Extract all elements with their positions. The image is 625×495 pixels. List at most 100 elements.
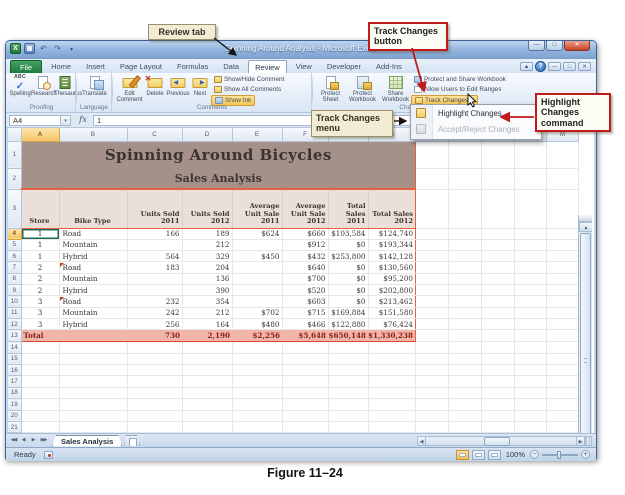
cell[interactable] bbox=[59, 398, 128, 411]
cell[interactable] bbox=[368, 353, 417, 365]
tab-data[interactable]: Data bbox=[217, 60, 245, 73]
table-header-cell[interactable]: Total Sales 2012 bbox=[368, 189, 417, 229]
tab-page-layout[interactable]: Page Layout bbox=[114, 60, 168, 73]
cell[interactable] bbox=[448, 141, 483, 169]
tab-file[interactable]: File bbox=[10, 60, 43, 73]
cell[interactable] bbox=[481, 341, 516, 354]
cell[interactable] bbox=[481, 168, 516, 190]
delete-comment-button[interactable]: Delete bbox=[145, 75, 165, 105]
cell[interactable] bbox=[514, 410, 548, 422]
cell[interactable] bbox=[415, 273, 450, 285]
cell[interactable] bbox=[448, 250, 483, 263]
vertical-split-box[interactable] bbox=[579, 215, 592, 222]
edit-comment-button[interactable]: Edit Comment bbox=[116, 75, 143, 105]
cell[interactable] bbox=[182, 398, 233, 411]
cell[interactable] bbox=[448, 228, 483, 240]
cell[interactable]: 3 bbox=[20, 295, 60, 308]
cell[interactable] bbox=[481, 239, 516, 252]
cell[interactable]: $603 bbox=[282, 295, 329, 308]
cell[interactable] bbox=[514, 261, 548, 274]
cell[interactable] bbox=[415, 250, 450, 263]
cell[interactable] bbox=[127, 341, 183, 354]
cell[interactable]: 1 bbox=[20, 228, 60, 240]
row-header-16[interactable]: 16 bbox=[8, 364, 22, 377]
table-header-cell[interactable]: Bike Type bbox=[59, 189, 128, 229]
scroll-left-icon[interactable]: ◀ bbox=[417, 435, 426, 446]
cell[interactable]: 189 bbox=[182, 228, 233, 240]
cell[interactable] bbox=[232, 387, 283, 400]
row-header-11[interactable]: 11 bbox=[8, 307, 22, 319]
cell[interactable] bbox=[448, 307, 483, 319]
zoom-out-icon[interactable]: − bbox=[530, 450, 539, 459]
cell[interactable]: 212 bbox=[182, 239, 233, 252]
cell[interactable] bbox=[514, 284, 548, 297]
total-value-cell[interactable]: $1,330,238 bbox=[368, 329, 417, 343]
cell[interactable] bbox=[182, 410, 233, 422]
cell[interactable]: $912 bbox=[282, 239, 329, 252]
cell[interactable] bbox=[546, 239, 580, 252]
cell[interactable] bbox=[514, 341, 548, 354]
cell[interactable]: $715 bbox=[282, 307, 329, 319]
zoom-slider[interactable] bbox=[542, 450, 578, 459]
cell[interactable] bbox=[546, 398, 580, 411]
cell[interactable] bbox=[546, 329, 580, 343]
cell[interactable] bbox=[328, 387, 369, 400]
cell[interactable] bbox=[448, 421, 483, 433]
cell[interactable] bbox=[481, 273, 516, 285]
cell[interactable] bbox=[448, 329, 483, 343]
cell[interactable] bbox=[481, 141, 516, 169]
help-icon[interactable]: ? bbox=[535, 61, 546, 72]
sheet-subtitle-cell[interactable]: Sales Analysis bbox=[20, 168, 417, 190]
name-box[interactable]: A4 bbox=[9, 114, 61, 126]
cell[interactable] bbox=[59, 341, 128, 354]
cell[interactable] bbox=[546, 284, 580, 297]
cell[interactable]: $624 bbox=[232, 228, 283, 240]
cell[interactable] bbox=[182, 387, 233, 400]
cell[interactable] bbox=[182, 364, 233, 377]
cell[interactable] bbox=[127, 284, 183, 297]
cell[interactable] bbox=[127, 364, 183, 377]
cell[interactable] bbox=[546, 168, 580, 190]
cell[interactable] bbox=[59, 421, 128, 433]
cell[interactable]: 164 bbox=[182, 318, 233, 331]
cell[interactable]: 183 bbox=[127, 261, 183, 274]
cell[interactable] bbox=[21, 398, 60, 411]
cell[interactable] bbox=[368, 398, 417, 411]
cell[interactable] bbox=[546, 250, 580, 263]
cell[interactable] bbox=[415, 375, 450, 388]
cell[interactable]: $640 bbox=[282, 261, 329, 274]
cell[interactable] bbox=[514, 353, 548, 365]
cell[interactable] bbox=[481, 375, 516, 388]
cell[interactable] bbox=[481, 398, 516, 411]
cell[interactable] bbox=[415, 318, 450, 331]
cell[interactable] bbox=[514, 307, 548, 319]
minimize-button[interactable]: — bbox=[528, 41, 545, 51]
cell[interactable] bbox=[282, 387, 329, 400]
minimize-ribbon-icon[interactable]: ▲ bbox=[520, 62, 533, 71]
cell[interactable]: $0 bbox=[328, 295, 369, 308]
cell[interactable] bbox=[415, 228, 450, 240]
row-header-20[interactable]: 20 bbox=[8, 410, 22, 422]
cell[interactable] bbox=[546, 141, 580, 169]
insert-worksheet-tab[interactable] bbox=[124, 435, 141, 446]
cell[interactable] bbox=[328, 421, 369, 433]
name-box-dropdown[interactable]: ▾ bbox=[61, 114, 71, 126]
cell[interactable] bbox=[448, 341, 483, 354]
show-all-comments-button[interactable]: Show All Comments bbox=[211, 85, 311, 96]
cell[interactable] bbox=[514, 421, 548, 433]
sheet-tab-sales-analysis[interactable]: Sales Analysis bbox=[52, 434, 123, 447]
cell[interactable] bbox=[415, 284, 450, 297]
cell[interactable] bbox=[546, 273, 580, 285]
cell[interactable]: Road bbox=[59, 228, 128, 240]
cell[interactable] bbox=[21, 387, 60, 400]
row-header-18[interactable]: 18 bbox=[8, 387, 22, 400]
tab-review[interactable]: Review bbox=[248, 60, 287, 73]
cell[interactable]: $124,740 bbox=[368, 228, 417, 240]
cell[interactable]: Mountain bbox=[59, 273, 128, 285]
cell[interactable] bbox=[514, 189, 548, 229]
cell[interactable] bbox=[415, 189, 450, 229]
cell[interactable] bbox=[546, 375, 580, 388]
cell[interactable]: $480 bbox=[232, 318, 283, 331]
cell[interactable]: 232 bbox=[127, 295, 183, 308]
cell[interactable]: $432 bbox=[282, 250, 329, 263]
